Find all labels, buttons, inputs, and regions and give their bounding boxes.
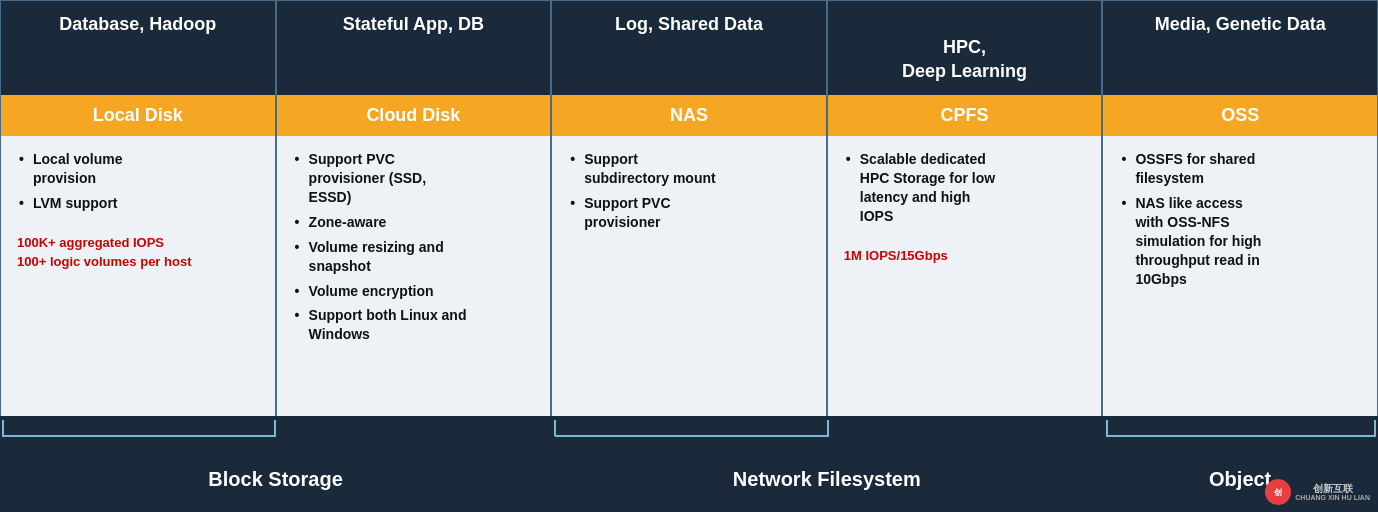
watermark-text-en: CHUANG XIN HU LIAN <box>1295 494 1370 502</box>
bottom-labels-row: Block Storage Network Filesystem Object … <box>0 460 1378 512</box>
content-cell-local-disk: Local volumeprovision LVM support 100K+ … <box>0 136 276 416</box>
oss-list: OSSFS for sharedfilesystem NAS like acce… <box>1119 150 1361 288</box>
label-cloud-disk: Cloud Disk <box>366 105 460 125</box>
label-cell-cpfs: CPFS <box>827 95 1103 136</box>
bracket-svg <box>0 416 1378 460</box>
local-disk-list: Local volumeprovision LVM support <box>17 150 259 213</box>
label-oss: OSS <box>1221 105 1259 125</box>
header-cell-media: Media, Genetic Data <box>1102 0 1378 95</box>
content-cell-cpfs: Scalable dedicatedHPC Storage for lowlat… <box>827 136 1103 416</box>
local-disk-stat: 100K+ aggregated IOPS100+ logic volumes … <box>17 233 259 272</box>
label-cell-local-disk: Local Disk <box>0 95 276 136</box>
main-container: Database, Hadoop Stateful App, DB Log, S… <box>0 0 1378 512</box>
header-cell-log: Log, Shared Data <box>551 0 827 95</box>
list-item: LVM support <box>17 194 259 213</box>
cpfs-stat: 1M IOPS/15Gbps <box>844 246 1086 266</box>
header-title-media: Media, Genetic Data <box>1155 14 1326 34</box>
block-storage-label: Block Storage <box>0 460 551 503</box>
network-fs-text: Network Filesystem <box>733 468 921 490</box>
content-row: Local volumeprovision LVM support 100K+ … <box>0 136 1378 416</box>
list-item: Scalable dedicatedHPC Storage for lowlat… <box>844 150 1086 226</box>
cpfs-list: Scalable dedicatedHPC Storage for lowlat… <box>844 150 1086 226</box>
content-cell-nas: Supportsubdirectory mount Support PVCpro… <box>551 136 827 416</box>
watermark-text-cn: 创新互联 <box>1295 483 1370 494</box>
label-cell-nas: NAS <box>551 95 827 136</box>
header-row: Database, Hadoop Stateful App, DB Log, S… <box>0 0 1378 95</box>
label-cell-oss: OSS <box>1102 95 1378 136</box>
watermark: 创 创新互联 CHUANG XIN HU LIAN <box>1265 479 1370 505</box>
header-title-database: Database, Hadoop <box>59 14 216 34</box>
list-item: OSSFS for sharedfilesystem <box>1119 150 1361 188</box>
nas-list: Supportsubdirectory mount Support PVCpro… <box>568 150 810 232</box>
header-title-hpc: HPC,Deep Learning <box>902 37 1027 80</box>
header-title-stateful: Stateful App, DB <box>343 14 484 34</box>
network-fs-label: Network Filesystem <box>551 460 1102 503</box>
header-cell-hpc: HPC,Deep Learning <box>827 0 1103 95</box>
header-cell-stateful: Stateful App, DB <box>276 0 552 95</box>
label-nas: NAS <box>670 105 708 125</box>
header-title-log: Log, Shared Data <box>615 14 763 34</box>
list-item: Volume encryption <box>293 282 535 301</box>
list-item: Volume resizing andsnapshot <box>293 238 535 276</box>
list-item: Support PVCprovisioner <box>568 194 810 232</box>
list-item: NAS like accesswith OSS-NFSsimulation fo… <box>1119 194 1361 288</box>
label-local-disk: Local Disk <box>93 105 183 125</box>
header-cell-database: Database, Hadoop <box>0 0 276 95</box>
list-item: Supportsubdirectory mount <box>568 150 810 188</box>
list-item: Support both Linux andWindows <box>293 306 535 344</box>
label-row: Local Disk Cloud Disk NAS CPFS OSS <box>0 95 1378 136</box>
object-text: Object <box>1209 468 1271 490</box>
label-cell-cloud-disk: Cloud Disk <box>276 95 552 136</box>
label-cpfs: CPFS <box>941 105 989 125</box>
bracket-bottom-section: Block Storage Network Filesystem Object … <box>0 416 1378 512</box>
object-label: Object 创 创新互联 CHUANG XIN HU LIAN <box>1102 460 1378 503</box>
content-cell-oss: OSSFS for sharedfilesystem NAS like acce… <box>1102 136 1378 416</box>
list-item: Support PVCprovisioner (SSD,ESSD) <box>293 150 535 207</box>
list-item: Local volumeprovision <box>17 150 259 188</box>
cloud-disk-list: Support PVCprovisioner (SSD,ESSD) Zone-a… <box>293 150 535 344</box>
list-item: Zone-aware <box>293 213 535 232</box>
watermark-logo: 创 <box>1265 479 1291 505</box>
content-cell-cloud-disk: Support PVCprovisioner (SSD,ESSD) Zone-a… <box>276 136 552 416</box>
block-storage-text: Block Storage <box>208 468 342 490</box>
